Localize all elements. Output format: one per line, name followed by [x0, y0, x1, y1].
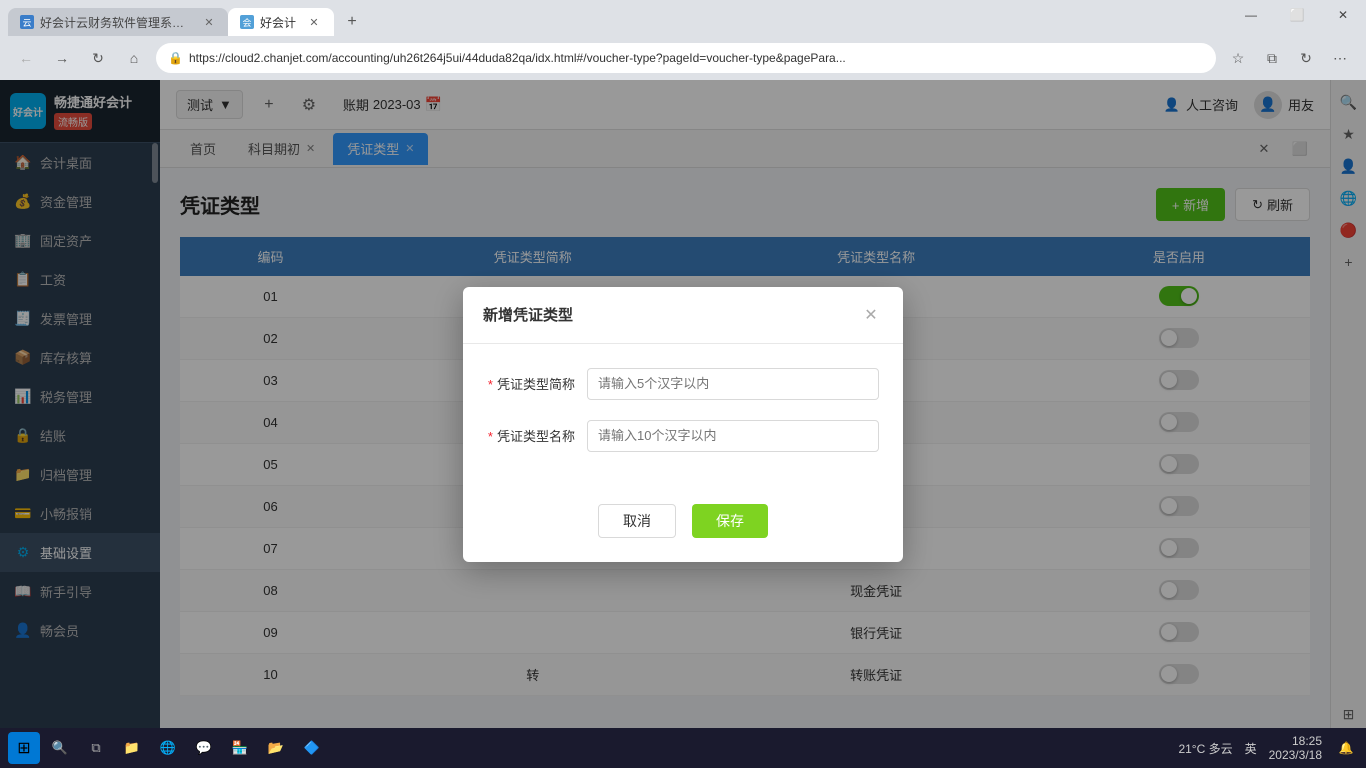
favorites-icon[interactable]: ☆	[1224, 44, 1252, 72]
search-taskbar-button[interactable]: 🔍	[44, 732, 76, 764]
close-button[interactable]: ✕	[1320, 0, 1366, 30]
address-text: https://cloud2.chanjet.com/accounting/uh…	[189, 51, 1204, 65]
task-view-button[interactable]: ⧉	[80, 732, 112, 764]
dialog-new-voucher-type: 新增凭证类型 ✕ *凭证类型简称 *凭证类型名称 取消 保存	[463, 287, 903, 562]
browser-settings-icon[interactable]: ⋯	[1326, 44, 1354, 72]
wechat-taskbar-button[interactable]: 💬	[188, 732, 220, 764]
tab-favicon-1: 云	[20, 15, 34, 29]
folder-taskbar-button[interactable]: 📂	[260, 732, 292, 764]
dialog-footer: 取消 保存	[463, 488, 903, 562]
form-row-name: *凭证类型名称	[487, 420, 879, 452]
dialog-overlay: 新增凭证类型 ✕ *凭证类型简称 *凭证类型名称 取消 保存	[0, 80, 1366, 768]
abbr-input[interactable]	[587, 368, 879, 400]
chrome-taskbar-button[interactable]: 🌐	[152, 732, 184, 764]
windows-icon: ⊞	[17, 738, 30, 758]
name-label: *凭证类型名称	[487, 426, 587, 445]
tab-favicon-2: 会	[240, 15, 254, 29]
back-button[interactable]: ←	[12, 44, 40, 72]
dialog-title: 新增凭证类型	[483, 304, 573, 325]
browser-tab-1[interactable]: 云 好会计云财务软件管理系统_会计 ✕	[8, 8, 228, 36]
cancel-button[interactable]: 取消	[598, 504, 676, 538]
home-button[interactable]: ⌂	[120, 44, 148, 72]
file-explorer-button[interactable]: 📁	[116, 732, 148, 764]
refresh-page-icon[interactable]: ↻	[1292, 44, 1320, 72]
form-row-abbr: *凭证类型简称	[487, 368, 879, 400]
lang-indicator: 英	[1245, 740, 1257, 757]
name-input[interactable]	[587, 420, 879, 452]
address-bar[interactable]: 🔒 https://cloud2.chanjet.com/accounting/…	[156, 43, 1216, 73]
reload-button[interactable]: ↻	[84, 44, 112, 72]
abbr-required-mark: *	[488, 377, 493, 392]
tab-label-2: 好会计	[260, 14, 296, 31]
taskbar: ⊞ 🔍 ⧉ 📁 🌐 💬 🏪 📂 🔷 21°C 多云 英 18:25 2023/3…	[0, 728, 1366, 768]
dialog-body: *凭证类型简称 *凭证类型名称	[463, 344, 903, 488]
dialog-close-button[interactable]: ✕	[859, 303, 883, 327]
name-required-mark: *	[488, 429, 493, 444]
notification-area[interactable]: 🔔	[1334, 736, 1358, 760]
forward-button[interactable]: →	[48, 44, 76, 72]
minimize-button[interactable]: —	[1228, 0, 1274, 30]
lock-icon: 🔒	[168, 51, 183, 65]
save-button[interactable]: 保存	[692, 504, 768, 538]
date-display: 2023/3/18	[1269, 748, 1322, 762]
clock[interactable]: 18:25 2023/3/18	[1269, 734, 1322, 762]
browser-tab-2[interactable]: 会 好会计 ✕	[228, 8, 334, 36]
maximize-button[interactable]: ⬜	[1274, 0, 1320, 30]
tab-close-2[interactable]: ✕	[306, 14, 322, 30]
dialog-header: 新增凭证类型 ✕	[463, 287, 903, 344]
app-store-taskbar-button[interactable]: 🏪	[224, 732, 256, 764]
weather-info: 21°C 多云	[1178, 740, 1232, 757]
new-tab-button[interactable]: +	[338, 8, 366, 36]
tab-close-1[interactable]: ✕	[202, 14, 216, 30]
abbr-label: *凭证类型简称	[487, 374, 587, 393]
start-button[interactable]: ⊞	[8, 732, 40, 764]
tab-label-1: 好会计云财务软件管理系统_会计	[40, 14, 192, 31]
extensions-icon[interactable]: ⧉	[1258, 44, 1286, 72]
time-display: 18:25	[1269, 734, 1322, 748]
edge-taskbar-button[interactable]: 🔷	[296, 732, 328, 764]
